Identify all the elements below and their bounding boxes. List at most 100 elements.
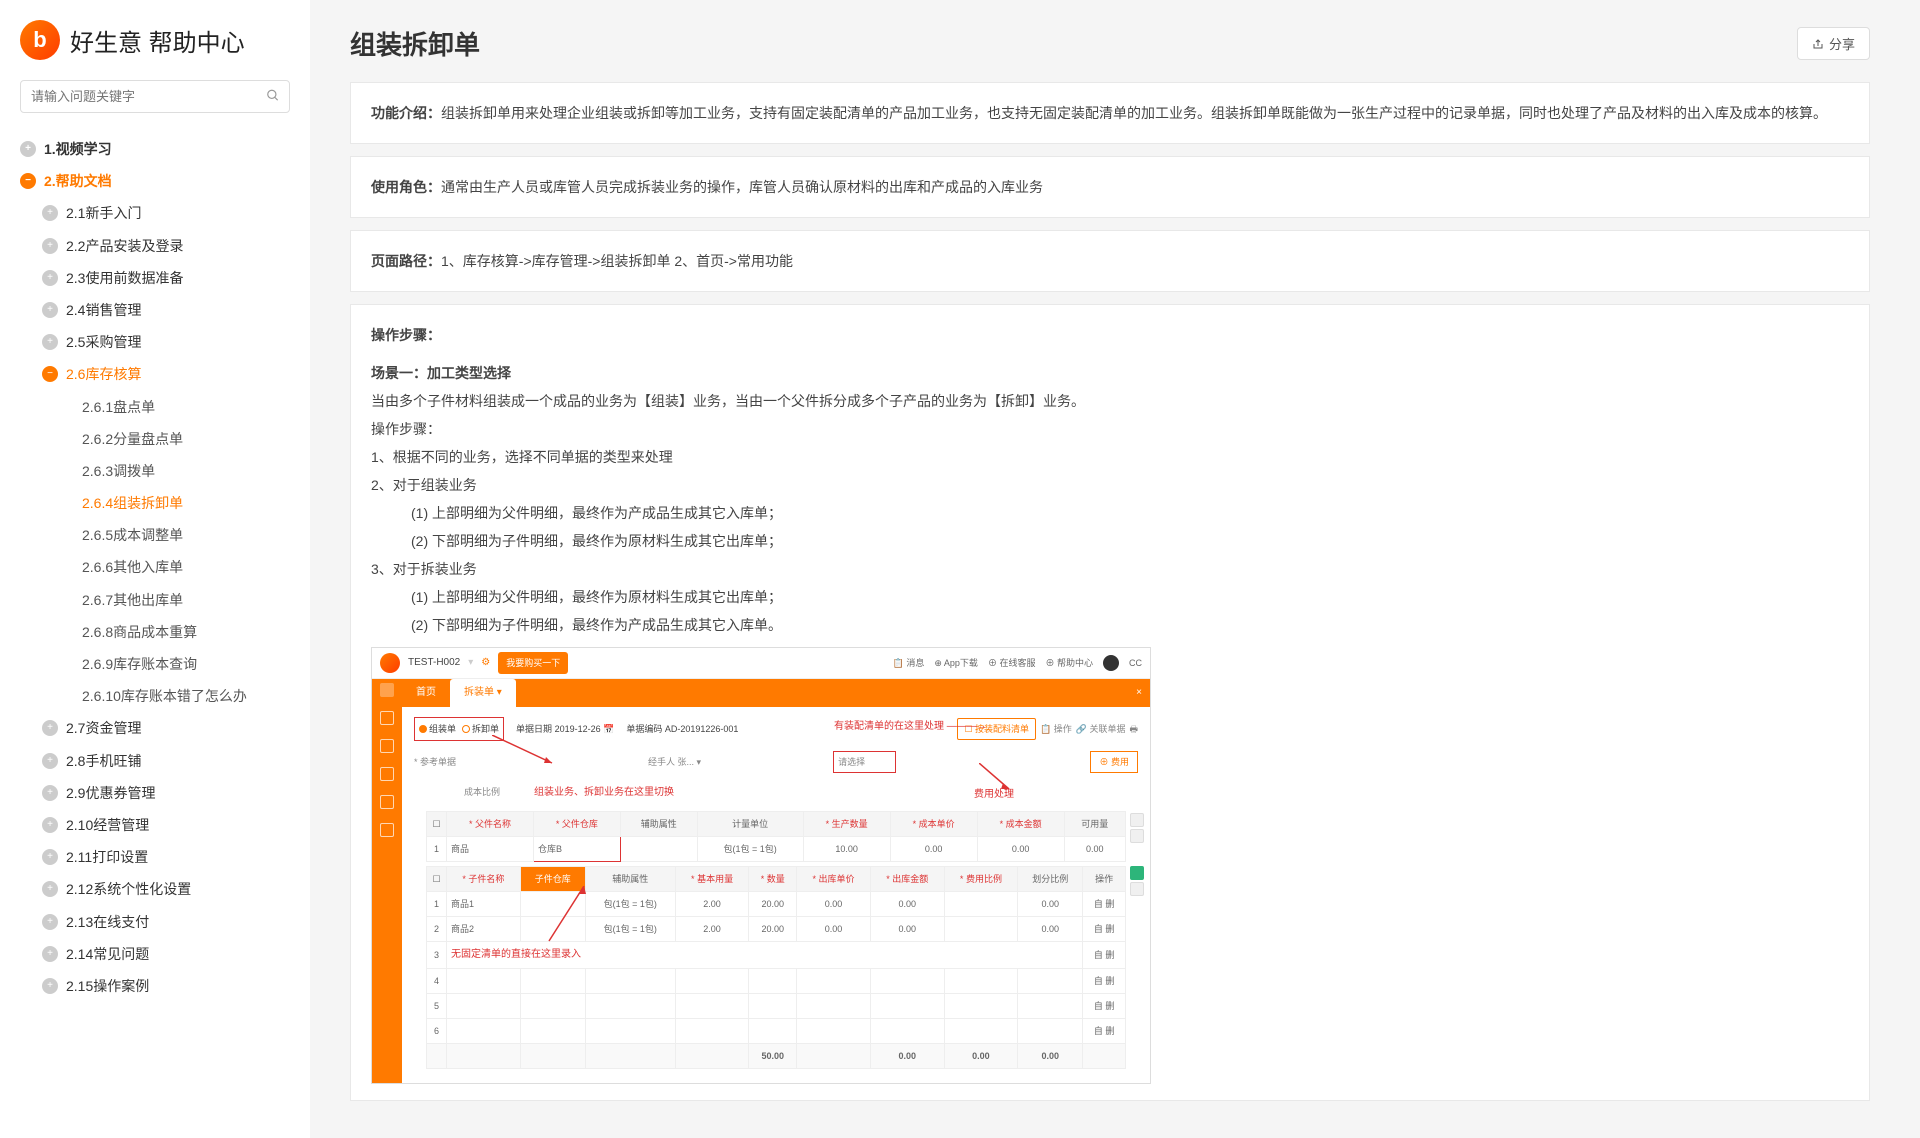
plus-icon: + [42,205,58,221]
nav-2-6-1[interactable]: 2.6.1盘点单 [20,391,290,423]
nav-2-6-6[interactable]: 2.6.6其他入库单 [20,551,290,583]
nav-2-6-8[interactable]: 2.6.8商品成本重算 [20,616,290,648]
step3-2: (2) 下部明细为子件明细，最终作为产成品生成其它入库单。 [371,611,1849,639]
nav-2-8[interactable]: +2.8手机旺铺 [20,745,290,777]
role-text: 通常由生产人员或库管人员完成拆装业务的操作，库管人员确认原材料的出库和产成品的入… [441,179,1043,195]
share-button[interactable]: 分享 [1797,27,1870,60]
intro-label: 功能介绍： [371,105,441,121]
ss-nav-icon[interactable] [380,711,394,725]
ss-tab-close-icon[interactable]: × [1128,683,1150,703]
ss-note-switch: 组装业务、拆卸业务在这里切换 [534,783,674,803]
ss-type-radio-group[interactable]: 组装单 拆卸单 [414,717,504,741]
ss-note-direct: 无固定清单的直接在这里录入 [451,949,581,960]
scene1-desc: 当由多个子件材料组装成一个成品的业务为【组装】业务，当由一个父件拆分成多个子产品… [371,387,1849,415]
plus-icon: + [42,881,58,897]
ss-note-fee: 费用处理 [974,785,1014,805]
minus-icon: − [20,173,36,189]
step3: 3、对于拆装业务 [371,555,1849,583]
nav-2-6-7[interactable]: 2.6.7其他出库单 [20,584,290,616]
ss-msg[interactable]: 📋 消息 [893,654,925,672]
plus-icon: + [42,334,58,350]
ss-tab-active[interactable]: 拆装单 ▾ [450,679,516,707]
ss-note-bom: 有装配清单的在这里处理 ———→ [834,717,987,737]
plus-icon: + [42,753,58,769]
search-icon[interactable] [266,88,280,105]
role-label: 使用角色： [371,179,441,195]
nav-2-10[interactable]: +2.10经营管理 [20,809,290,841]
steps-sub: 操作步骤： [371,415,1849,443]
nav-2-12[interactable]: +2.12系统个性化设置 [20,873,290,905]
nav-2-6-10[interactable]: 2.6.10库存账本错了怎么办 [20,680,290,712]
step1: 1、根据不同的业务，选择不同单据的类型来处理 [371,443,1849,471]
nav-2-2[interactable]: +2.2产品安装及登录 [20,230,290,262]
logo-icon: b [20,20,60,60]
ss-op-button[interactable]: 📋 操作 [1040,720,1072,738]
ss-nav-icon[interactable] [380,767,394,781]
ss-tab-home[interactable]: 首页 [402,679,450,707]
nav-2-11[interactable]: +2.11打印设置 [20,841,290,873]
page-title: 组装拆卸单 [350,25,480,62]
steps-card: 操作步骤： 场景一：加工类型选择 当由多个子件材料组装成一个成品的业务为【组装】… [350,304,1870,1101]
nav-2-13[interactable]: +2.13在线支付 [20,906,290,938]
nav-2-3[interactable]: +2.3使用前数据准备 [20,262,290,294]
step3-1: (1) 上部明细为父件明细，最终作为原材料生成其它出库单； [371,583,1849,611]
nav-docs[interactable]: −2.帮助文档 [20,165,290,197]
ss-nav-icon[interactable] [380,823,394,837]
ss-help[interactable]: ⊕ 帮助中心 [1045,654,1093,672]
nav-2-5[interactable]: +2.5采购管理 [20,326,290,358]
nav-2-6-4[interactable]: 2.6.4组装拆卸单 [20,487,290,519]
nav-2-9[interactable]: +2.9优惠券管理 [20,777,290,809]
plus-icon: + [42,914,58,930]
ss-nav-icon[interactable] [380,739,394,753]
step2: 2、对于组装业务 [371,471,1849,499]
ss-nav-home-icon[interactable] [380,683,394,697]
nav-2-6-3[interactable]: 2.6.3调拨单 [20,455,290,487]
plus-icon: + [42,270,58,286]
ss-logo-icon [380,653,400,673]
plus-icon: + [42,946,58,962]
ss-topbar: TEST-H002 ▾ ⚙ 我要购买一下 📋 消息 ⊕ App下载 ⊕ 在线客服… [372,648,1150,679]
ss-tool-icon[interactable] [1130,882,1144,896]
plus-icon: + [42,849,58,865]
ss-leftnav [372,679,402,1083]
nav-2-6-2[interactable]: 2.6.2分量盘点单 [20,423,290,455]
ss-username: CC [1129,654,1142,672]
ss-testcode: TEST-H002 [408,653,460,673]
ss-tabs: 首页 拆装单 ▾ × [402,679,1150,707]
radio-dot-icon [462,725,470,733]
intro-card: 功能介绍：组装拆卸单用来处理企业组装或拆卸等加工业务，支持有固定装配清单的产品加… [350,82,1870,144]
nav-2-14[interactable]: +2.14常见问题 [20,938,290,970]
ss-fee-button[interactable]: ⊕ 费用 [1090,751,1138,773]
ss-related-button[interactable]: 🔗 关联单据 [1076,720,1126,738]
nav-2-15[interactable]: +2.15操作案例 [20,970,290,1002]
nav-2-6[interactable]: −2.6库存核算 [20,358,290,390]
ss-try-button[interactable]: 我要购买一下 [498,652,568,674]
nav-2-7[interactable]: +2.7资金管理 [20,712,290,744]
search-input[interactable] [20,80,290,113]
ss-tool-icon[interactable] [1130,866,1144,880]
ss-tool-icon[interactable] [1130,813,1144,827]
plus-icon: + [42,720,58,736]
ss-app[interactable]: ⊕ App下载 [934,654,978,672]
logo-area: b 好生意 帮助中心 [20,20,290,60]
minus-icon: − [42,366,58,382]
step2-2: (2) 下部明细为子件明细，最终作为原材料生成其它出库单； [371,527,1849,555]
path-card: 页面路径：1、库存核算->库存管理->组装拆卸单 2、首页->常用功能 [350,230,1870,292]
ss-nav-icon[interactable] [380,795,394,809]
ss-tool-icon[interactable] [1130,829,1144,843]
nav-video[interactable]: +1.视频学习 [20,133,290,165]
plus-icon: + [42,785,58,801]
search-box [20,80,290,113]
ss-fee-select[interactable]: 请选择 [833,751,896,773]
plus-icon: + [20,141,36,157]
nav-2-4[interactable]: +2.4销售管理 [20,294,290,326]
radio-dot-icon [419,725,427,733]
nav-2-6-5[interactable]: 2.6.5成本调整单 [20,519,290,551]
sidebar: b 好生意 帮助中心 +1.视频学习 −2.帮助文档 +2.1新手入门 +2.2… [0,0,310,1138]
ss-online[interactable]: ⊕ 在线客服 [988,654,1036,672]
nav-2-6-9[interactable]: 2.6.9库存账本查询 [20,648,290,680]
ss-print-icon[interactable]: 🖶 [1130,720,1139,738]
nav-2-1[interactable]: +2.1新手入门 [20,197,290,229]
scene1-title: 场景一：加工类型选择 [371,359,1849,387]
main-content: 组装拆卸单 分享 功能介绍：组装拆卸单用来处理企业组装或拆卸等加工业务，支持有固… [310,0,1910,1138]
